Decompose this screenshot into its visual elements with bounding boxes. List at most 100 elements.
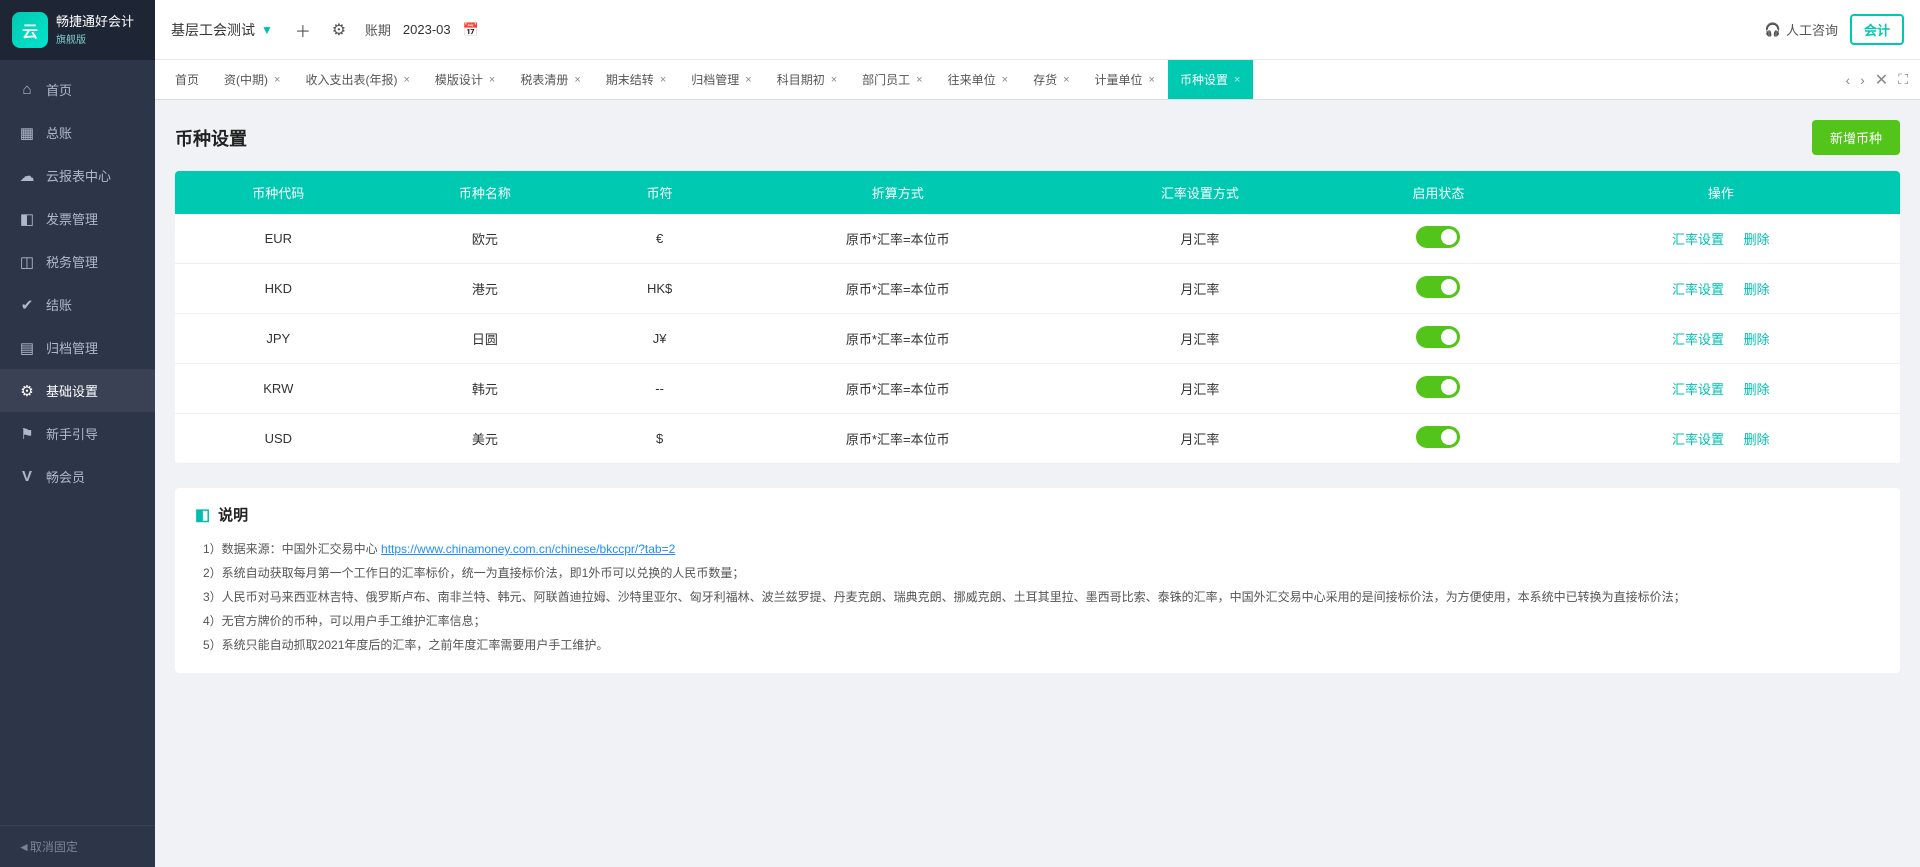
sidebar-item-basic[interactable]: ⚙ 基础设置	[0, 369, 155, 412]
tab-close-all-btn[interactable]: ✕	[1871, 68, 1892, 92]
headset-icon: 🎧	[1765, 22, 1781, 38]
tab-balance[interactable]: 资(中期) ×	[212, 60, 293, 99]
tab-income[interactable]: 收入支出表(年报) ×	[293, 60, 422, 99]
sidebar-item-invoice[interactable]: ◧ 发票管理	[0, 197, 155, 240]
tab-dept-staff-label: 部门员工	[862, 71, 910, 88]
tab-income-close[interactable]: ×	[403, 74, 409, 86]
rate-setting-link-JPY[interactable]: 汇率设置	[1672, 332, 1724, 347]
tab-period-end[interactable]: 期末结转 ×	[594, 60, 679, 99]
tab-home[interactable]: 首页	[163, 60, 212, 99]
rate-setting-link-EUR[interactable]: 汇率设置	[1672, 232, 1724, 247]
rate-setting-link-HKD[interactable]: 汇率设置	[1672, 282, 1724, 297]
tab-measure[interactable]: 计量单位 ×	[1083, 60, 1168, 99]
col-header-status: 启用状态	[1335, 171, 1542, 214]
col-header-rate: 汇率设置方式	[1065, 171, 1336, 214]
calendar-icon[interactable]: 📅	[463, 22, 479, 38]
cell-code: KRW	[175, 364, 382, 414]
sidebar-item-reports[interactable]: ☁ 云报表中心	[0, 154, 155, 197]
workspace-selector[interactable]: 基层工会测试 ▼	[171, 20, 273, 40]
tab-archive-mgr[interactable]: 归档管理 ×	[679, 60, 764, 99]
settings-btn[interactable]: ⚙	[325, 16, 353, 44]
sidebar-item-guide-label: 新手引导	[46, 424, 98, 443]
toggle-enabled-HKD[interactable]	[1416, 276, 1460, 298]
delete-link-KRW[interactable]: 删除	[1744, 382, 1770, 397]
sidebar-item-archive-label: 归档管理	[46, 338, 98, 357]
tab-inventory-close[interactable]: ×	[1063, 74, 1069, 86]
invoice-icon: ◧	[18, 210, 36, 228]
cell-name: 欧元	[382, 214, 589, 264]
delete-link-USD[interactable]: 删除	[1744, 432, 1770, 447]
logo-icon: 云	[12, 12, 48, 48]
tab-subject-init[interactable]: 科目期初 ×	[765, 60, 850, 99]
tab-prev-btn[interactable]: ‹	[1841, 70, 1854, 90]
top-header: 基层工会测试 ▼ ＋ ⚙ 账期 2023-03 📅 🎧 人工咨询 会计	[155, 0, 1920, 60]
sidebar-item-archive[interactable]: ▤ 归档管理	[0, 326, 155, 369]
add-workspace-btn[interactable]: ＋	[289, 16, 317, 44]
toggle-enabled-USD[interactable]	[1416, 426, 1460, 448]
sidebar-item-checkout-label: 结账	[46, 295, 72, 314]
sidebar-item-home[interactable]: ⌂ 首页	[0, 68, 155, 111]
sidebar-item-member-label: 畅会员	[46, 467, 85, 486]
toggle-enabled-EUR[interactable]	[1416, 226, 1460, 248]
rate-setting-link-USD[interactable]: 汇率设置	[1672, 432, 1724, 447]
archive-icon: ▤	[18, 339, 36, 357]
col-header-name: 币种名称	[382, 171, 589, 214]
tab-dept-staff-close[interactable]: ×	[916, 74, 922, 86]
tab-currency[interactable]: 币种设置 ×	[1168, 60, 1253, 99]
tab-currency-close[interactable]: ×	[1234, 74, 1240, 86]
guide-icon: ⚑	[18, 425, 36, 443]
sidebar-item-ledger-label: 总账	[46, 123, 72, 142]
notes-item: 4）无官方牌价的币种，可以用户手工维护汇率信息；	[195, 609, 1880, 633]
tab-home-label: 首页	[175, 71, 199, 88]
tab-template[interactable]: 模版设计 ×	[423, 60, 508, 99]
col-header-calc: 折算方式	[731, 171, 1065, 214]
kuaiji-button[interactable]: 会计	[1850, 14, 1904, 45]
cell-code: USD	[175, 414, 382, 464]
new-currency-button[interactable]: 新增币种	[1812, 120, 1900, 155]
consult-button[interactable]: 🎧 人工咨询	[1765, 20, 1838, 39]
tab-customers-close[interactable]: ×	[1002, 74, 1008, 86]
notes-list: 1）数据来源：中国外汇交易中心 https://www.chinamoney.c…	[195, 537, 1880, 657]
tab-inventory[interactable]: 存货 ×	[1021, 60, 1082, 99]
tab-customers[interactable]: 往来单位 ×	[936, 60, 1021, 99]
cell-calc: 原币*汇率=本位币	[731, 264, 1065, 314]
cell-actions: 汇率设置 删除	[1542, 364, 1900, 414]
tab-dept-staff[interactable]: 部门员工 ×	[850, 60, 935, 99]
cell-symbol: €	[588, 214, 731, 264]
cell-calc: 原币*汇率=本位币	[731, 314, 1065, 364]
delete-link-JPY[interactable]: 删除	[1744, 332, 1770, 347]
table-row: JPY 日圆 J¥ 原币*汇率=本位币 月汇率 汇率设置 删除	[175, 314, 1900, 364]
tab-next-btn[interactable]: ›	[1856, 70, 1869, 90]
sidebar-item-ledger[interactable]: ▦ 总账	[0, 111, 155, 154]
delete-link-EUR[interactable]: 删除	[1744, 232, 1770, 247]
tab-taxclear-close[interactable]: ×	[574, 74, 580, 86]
ledger-icon: ▦	[18, 124, 36, 142]
cell-code: HKD	[175, 264, 382, 314]
tab-measure-close[interactable]: ×	[1149, 74, 1155, 86]
tab-currency-label: 币种设置	[1180, 71, 1228, 88]
tab-balance-close[interactable]: ×	[274, 74, 280, 86]
toggle-enabled-JPY[interactable]	[1416, 326, 1460, 348]
delete-link-HKD[interactable]: 删除	[1744, 282, 1770, 297]
tab-taxclear[interactable]: 税表清册 ×	[508, 60, 593, 99]
sidebar-item-guide[interactable]: ⚑ 新手引导	[0, 412, 155, 455]
tab-period-end-close[interactable]: ×	[660, 74, 666, 86]
tab-archive-mgr-close[interactable]: ×	[745, 74, 751, 86]
sidebar-item-member[interactable]: V 畅会员	[0, 455, 155, 498]
sidebar-item-checkout[interactable]: ✔ 结账	[0, 283, 155, 326]
tab-subject-init-close[interactable]: ×	[831, 74, 837, 86]
main-area: 基层工会测试 ▼ ＋ ⚙ 账期 2023-03 📅 🎧 人工咨询 会计 首页 资…	[155, 0, 1920, 867]
cell-actions: 汇率设置 删除	[1542, 214, 1900, 264]
sidebar-item-tax[interactable]: ◫ 税务管理	[0, 240, 155, 283]
cell-actions: 汇率设置 删除	[1542, 414, 1900, 464]
cell-name: 日圆	[382, 314, 589, 364]
cell-name: 港元	[382, 264, 589, 314]
rate-setting-link-KRW[interactable]: 汇率设置	[1672, 382, 1724, 397]
chinamoney-link[interactable]: https://www.chinamoney.com.cn/chinese/bk…	[381, 542, 675, 556]
tab-expand-btn[interactable]: ⛶	[1894, 69, 1912, 90]
toggle-enabled-KRW[interactable]	[1416, 376, 1460, 398]
tab-template-close[interactable]: ×	[489, 74, 495, 86]
page-title-row: 币种设置 新增币种	[175, 120, 1900, 155]
sidebar-pin-toggle[interactable]: ◄取消固定	[0, 825, 155, 867]
header-right: 🎧 人工咨询 会计	[1765, 14, 1904, 45]
